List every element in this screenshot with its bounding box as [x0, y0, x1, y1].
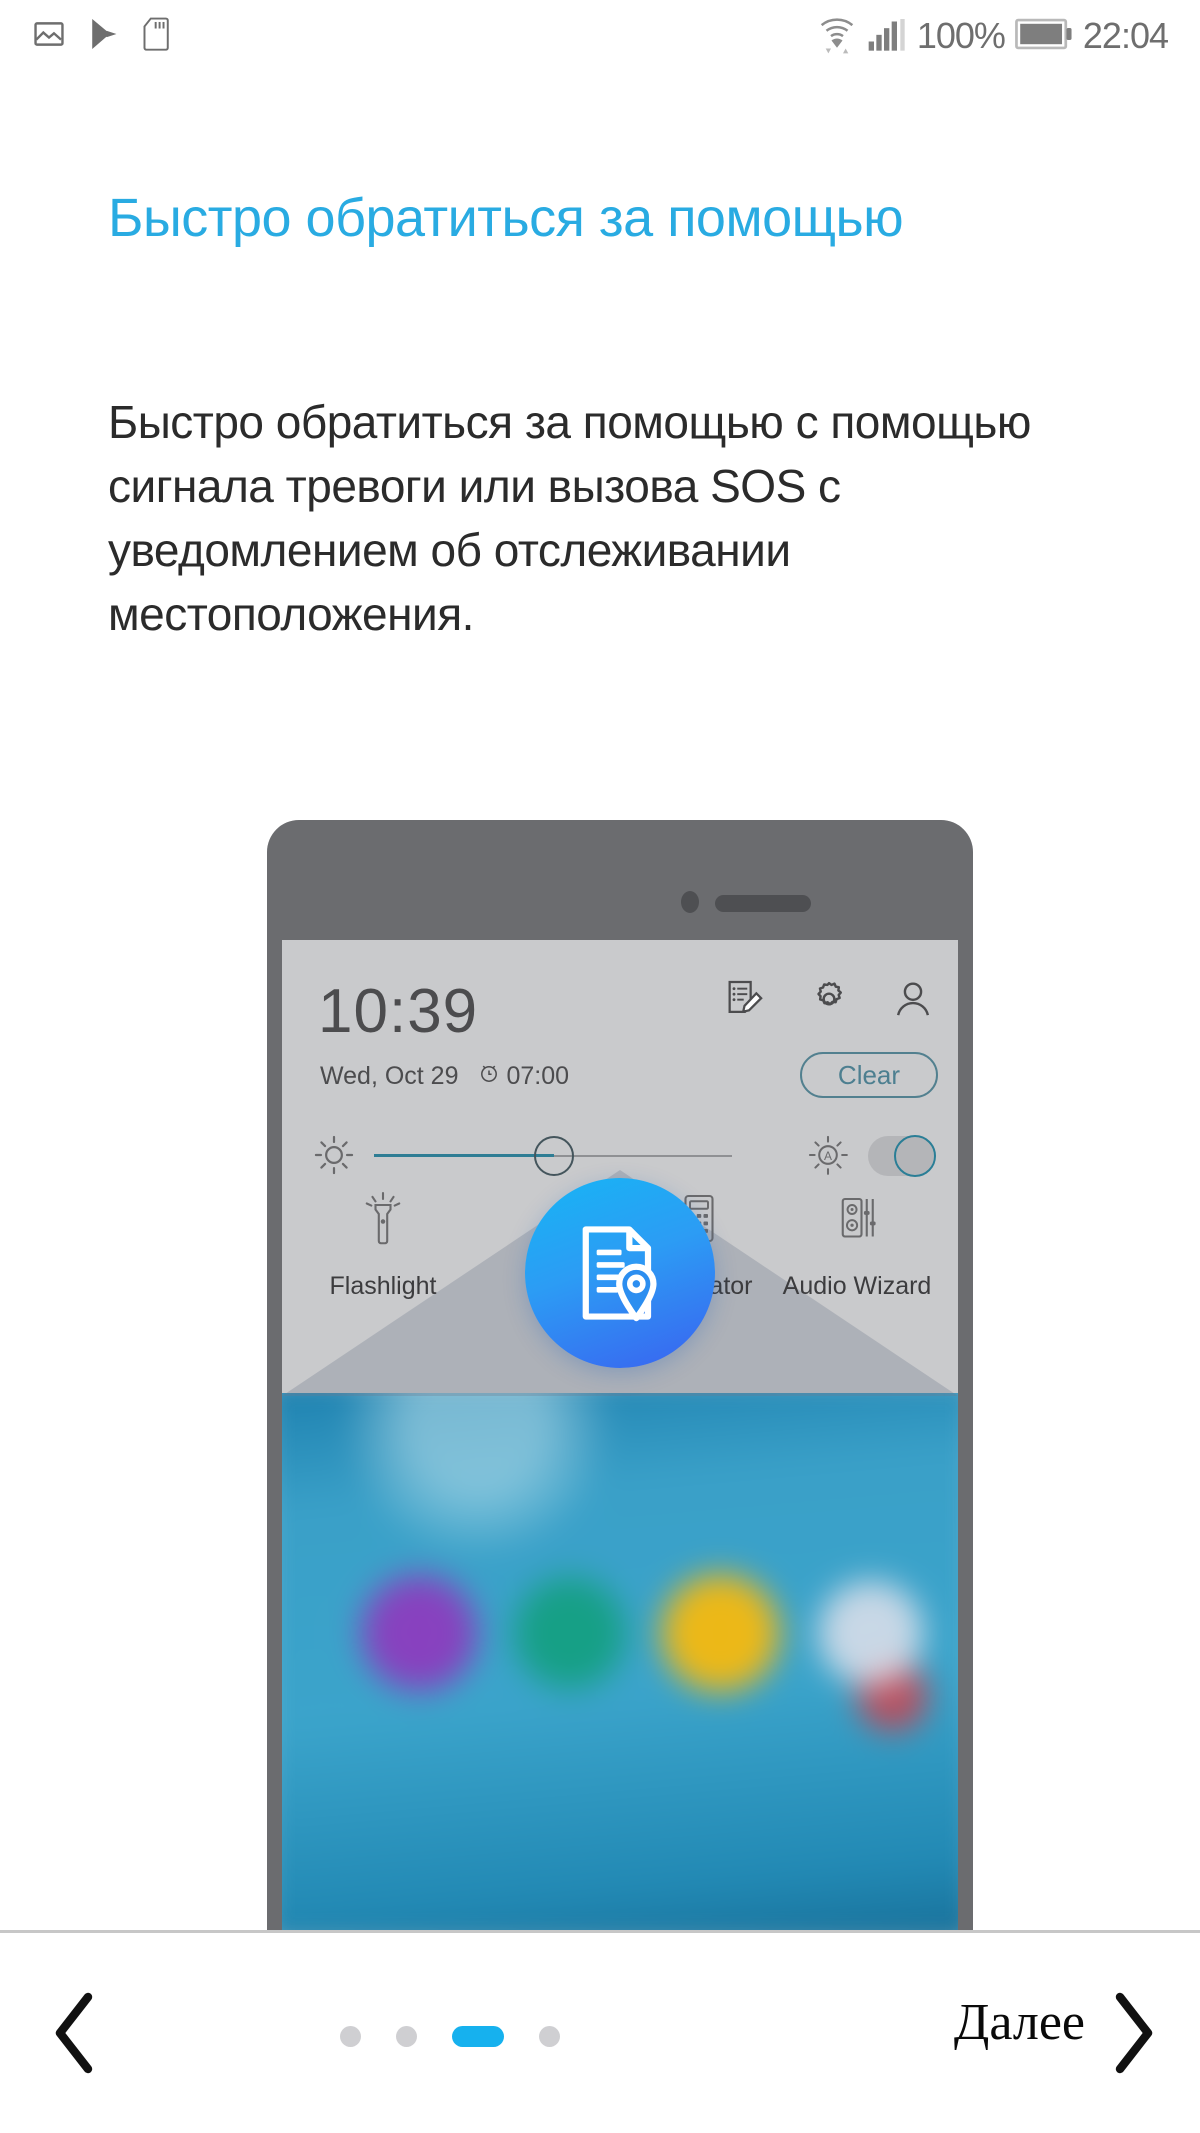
- page-dot[interactable]: [340, 2026, 361, 2047]
- audio-wizard-icon: [834, 1190, 880, 1255]
- quick-tile-flashlight[interactable]: Flashlight: [308, 1190, 458, 1302]
- status-bar-clock: 22:04: [1082, 15, 1169, 56]
- sd-card-icon: [142, 17, 170, 56]
- phone-top-antenna: [727, 820, 847, 830]
- wifi-icon: [817, 13, 857, 60]
- home-screen-wallpaper: [282, 1376, 958, 1930]
- page-dot-active[interactable]: [452, 2026, 504, 2047]
- lockscreen-clock: 10:39: [318, 977, 479, 1046]
- page-dot[interactable]: [396, 2026, 417, 2047]
- status-bar-left-icons: [32, 17, 170, 56]
- previous-button[interactable]: [46, 1991, 102, 2080]
- image-icon: [32, 17, 66, 56]
- quick-settings-panel: 10:39 Wed, Oct 29 07:00 Clear A Flashlig…: [282, 940, 958, 1396]
- brightness-slider-filled[interactable]: [374, 1154, 554, 1157]
- battery-percentage: 100%: [916, 15, 1006, 56]
- lockscreen-date-row: Wed, Oct 29 07:00: [320, 1062, 569, 1091]
- quick-tile-label: Audio Wizard: [782, 1272, 932, 1300]
- next-button[interactable]: [1106, 1991, 1162, 2080]
- settings-gear-icon[interactable]: [808, 978, 850, 1025]
- earpiece-speaker: [715, 895, 811, 912]
- page-dot[interactable]: [539, 2026, 560, 2047]
- alarm-time: 07:00: [506, 1062, 570, 1090]
- lockscreen-date: Wed, Oct 29: [320, 1062, 459, 1090]
- brightness-slider-track[interactable]: [554, 1155, 732, 1157]
- battery-full-icon: [1015, 17, 1073, 56]
- flashlight-icon: [360, 1190, 406, 1255]
- alarm-clock-icon: [478, 1062, 500, 1091]
- clear-button-label: Clear: [837, 1059, 901, 1090]
- bottom-navigation-bar: Далее: [0, 1933, 1200, 2133]
- clear-notifications-button[interactable]: Clear: [800, 1052, 938, 1098]
- feature-illustration: 10:39 Wed, Oct 29 07:00 Clear A Flashlig…: [0, 820, 1200, 1930]
- svg-text:A: A: [824, 1149, 832, 1163]
- status-bar: 100% 22:04: [0, 0, 1200, 72]
- cellular-signal-icon: [867, 15, 907, 58]
- phone-mockup: 10:39 Wed, Oct 29 07:00 Clear A Flashlig…: [267, 820, 973, 1930]
- user-profile-icon[interactable]: [892, 978, 934, 1025]
- next-button-label[interactable]: Далее: [954, 1993, 1085, 2052]
- quick-tile-label: Flashlight: [329, 1272, 437, 1300]
- page-description: Быстро обратиться за помощью с помощью с…: [108, 396, 1031, 640]
- status-bar-right-icons: 100% 22:04: [817, 13, 1169, 60]
- notes-edit-icon[interactable]: [724, 978, 766, 1025]
- quick-tile-audio-wizard[interactable]: Audio Wizard: [782, 1190, 932, 1302]
- phone-screen: 10:39 Wed, Oct 29 07:00 Clear A Flashlig…: [282, 940, 958, 1930]
- page-title: Быстро обратиться за помощью: [108, 188, 904, 248]
- play-store-icon: [88, 17, 120, 56]
- report-location-document-icon[interactable]: [525, 1178, 715, 1368]
- page-indicator-dots: [340, 2026, 560, 2047]
- front-camera-icon: [681, 891, 699, 913]
- quick-settings-top-icons: [724, 978, 934, 1025]
